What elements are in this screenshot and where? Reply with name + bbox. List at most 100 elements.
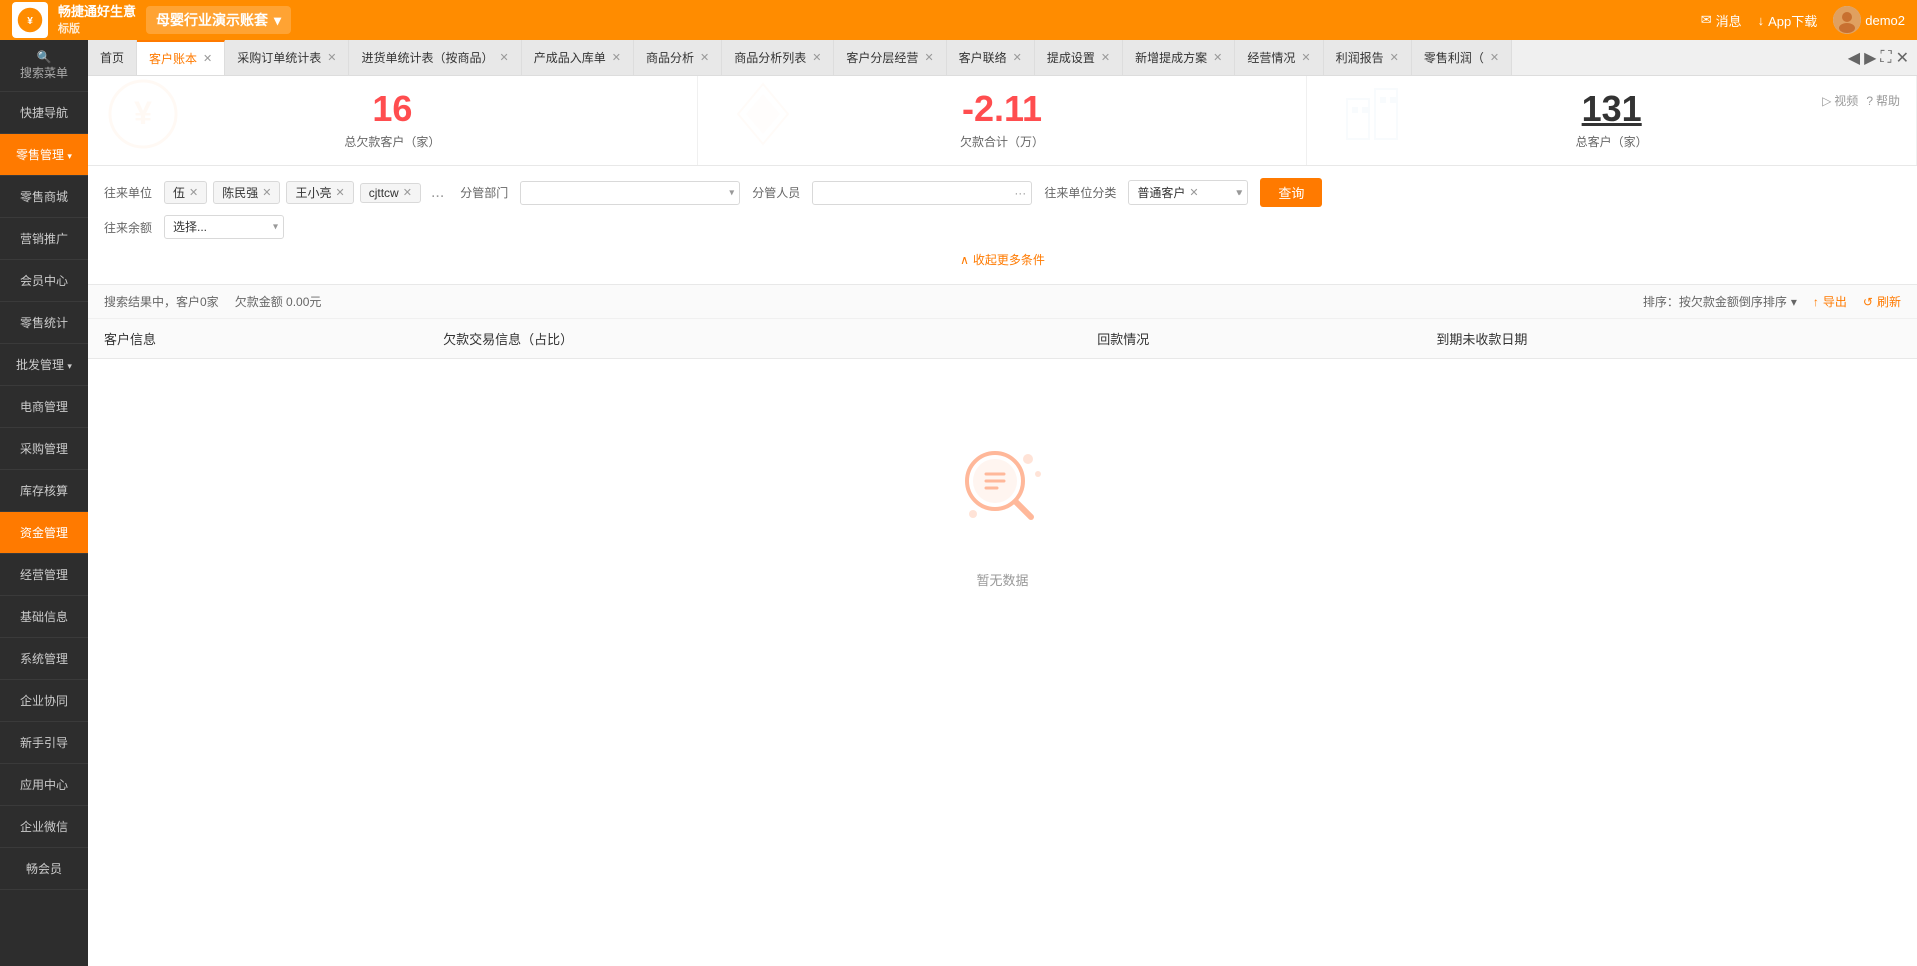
export-button[interactable]: ↑ 导出 [1813,293,1847,310]
tab-close-customer-account[interactable]: ✕ [203,52,212,65]
sidebar-item-finance[interactable]: 资金管理 [0,512,88,554]
user-profile[interactable]: demo2 [1833,6,1905,34]
tab-product-analysis-list[interactable]: 商品分析列表 ✕ [722,40,834,76]
tab-next-icon[interactable]: ▶ [1864,48,1876,68]
sidebar-item-purchase[interactable]: 采购管理 [0,428,88,470]
sidebar-item-enterprise-collab[interactable]: 企业协同 [0,680,88,722]
tag-close-wu[interactable]: ✕ [189,186,198,199]
tab-customer-contact[interactable]: 客户联络 ✕ [947,40,1035,76]
help-btn[interactable]: ? 帮助 [1866,92,1900,109]
tab-product-stock[interactable]: 产成品入库单 ✕ [522,40,634,76]
tab-remind-settings[interactable]: 提成设置 ✕ [1035,40,1123,76]
tag-close-cjttcw[interactable]: ✕ [403,186,412,199]
tab-close-product-analysis[interactable]: ✕ [700,51,709,64]
stat3-content: 131 总客户（家） [1576,91,1648,150]
tab-profit-report[interactable]: 利润报告 ✕ [1324,40,1412,76]
video-help-btn[interactable]: ▷ 视频 [1822,92,1858,109]
remain-select[interactable]: 选择... [164,215,284,239]
tab-purchase-order[interactable]: 采购订单统计表 ✕ [225,40,349,76]
tab-close-stock-stats[interactable]: ✕ [500,51,509,64]
sidebar-item-stock-check[interactable]: 库存核算 [0,470,88,512]
tab-customer-tier[interactable]: 客户分层经营 ✕ [834,40,946,76]
sidebar-item-app-center[interactable]: 应用中心 [0,764,88,806]
sort-button[interactable]: 排序：按欠款金额倒序排序 ▾ [1643,293,1797,310]
dept-filter-input[interactable] [520,181,740,205]
tab-operation[interactable]: 经营情况 ✕ [1235,40,1323,76]
empty-text: 暂无数据 [976,570,1028,589]
more-tags-btn[interactable]: ... [427,184,448,202]
unit-filter-label: 往来单位 [104,184,152,201]
tab-close-product-analysis-list[interactable]: ✕ [812,51,821,64]
remain-filter-label: 往来余额 [104,219,152,236]
sidebar-item-member[interactable]: 畅会员 [0,848,88,890]
sidebar: 🔍 搜索菜单 快捷导航 零售管理 ▾ 零售商城 营销推广 会员中心 零售统计 [0,40,88,966]
tab-close-customer-contact[interactable]: ✕ [1013,51,1022,64]
sidebar-item-ecommerce[interactable]: 电商管理 [0,386,88,428]
sidebar-item-marketing[interactable]: 营销推广 [0,218,88,260]
sidebar-item-quick-nav[interactable]: 快捷导航 [0,92,88,134]
tag-close-chen[interactable]: ✕ [262,186,271,199]
avatar [1833,6,1861,34]
unit-category-input[interactable]: 普通客户 ✕ ▾ [1128,180,1248,205]
query-button[interactable]: 查询 [1260,178,1322,207]
sidebar-item-new-guide[interactable]: 新手引导 [0,722,88,764]
sidebar-item-member-center[interactable]: 会员中心 [0,260,88,302]
col-customer-info: 客户信息 [88,319,427,359]
chevron-up-icon: ∧ [960,253,969,267]
question-icon: ? [1866,94,1873,108]
sidebar-search[interactable]: 🔍 搜索菜单 [0,40,88,92]
tab-customer-account[interactable]: 客户账本 ✕ [137,40,225,76]
sidebar-item-retail-manage[interactable]: 零售管理 ▾ [0,134,88,176]
unit-category-wrapper: 普通客户 ✕ ▾ [1128,180,1248,205]
tab-close-operation[interactable]: ✕ [1301,51,1310,64]
tab-close-all-icon[interactable]: ✕ [1896,48,1909,68]
tab-product-analysis[interactable]: 商品分析 ✕ [634,40,722,76]
tab-new-achieve[interactable]: 新增提成方案 ✕ [1123,40,1235,76]
tab-close-product-stock[interactable]: ✕ [612,51,621,64]
svg-text:¥: ¥ [27,16,33,27]
sidebar-item-retail-stats[interactable]: 零售统计 [0,302,88,344]
sidebar-item-basic-info[interactable]: 基础信息 [0,596,88,638]
remain-select-wrapper: 选择... [164,215,284,239]
stat1-label: 总欠款客户（家） [344,133,440,150]
manager-filter-input[interactable] [812,181,1032,205]
category-arrow-icon: ▾ [1236,187,1241,198]
app-download-btn[interactable]: ↓ App下载 [1758,11,1818,30]
tab-prev-icon[interactable]: ◀ [1848,48,1860,68]
tab-home[interactable]: 首页 [88,40,137,76]
download-icon: ↓ [1758,13,1765,28]
collapse-btn[interactable]: ∧ 收起更多条件 [104,247,1901,272]
filter-tag-wang: 王小亮 ✕ [286,181,353,204]
tab-close-new-achieve[interactable]: ✕ [1213,51,1222,64]
filter-tag-wu: 伍 ✕ [164,181,207,204]
col-repayment: 回款情况 [1081,319,1420,359]
sidebar-item-enterprise-wechat[interactable]: 企业微信 [0,806,88,848]
refresh-button[interactable]: ↺ 刷新 [1863,293,1901,310]
sidebar-item-batch-manage[interactable]: 批发管理 ▾ [0,344,88,386]
sidebar-item-operation[interactable]: 经营管理 [0,554,88,596]
tab-close-customer-tier[interactable]: ✕ [924,51,933,64]
message-icon: ✉ [1701,12,1712,28]
app-title: 畅捷通好生意 标版 [58,4,136,36]
sidebar-item-retail-mall[interactable]: 零售商城 [0,176,88,218]
stat2-content: -2.11 欠款合计（万） [960,91,1044,150]
tab-stock-stats[interactable]: 进货单统计表（按商品） ✕ [349,40,521,76]
empty-illustration [953,439,1053,558]
tab-maximize-icon[interactable]: ⛶ [1880,49,1891,67]
tab-retail-profit[interactable]: 零售利润（ ✕ [1412,40,1512,76]
tab-close-profit-report[interactable]: ✕ [1390,51,1399,64]
stat-total-customers: 131 总客户（家） ▷ 视频 ? 帮助 [1307,76,1917,165]
data-table: 客户信息 欠款交易信息（占比） 回款情况 到期未收款日期 [88,319,1917,359]
tab-close-retail-profit[interactable]: ✕ [1490,51,1499,64]
svg-text:¥: ¥ [134,95,152,131]
message-btn[interactable]: ✉ 消息 [1701,11,1742,30]
app-logo: ¥ [12,2,48,38]
chevron-down-icon: ▾ [67,361,72,371]
sidebar-item-system[interactable]: 系统管理 [0,638,88,680]
account-dropdown[interactable]: 母婴行业演示账套 ▾ [146,6,291,34]
tab-close-remind-settings[interactable]: ✕ [1101,51,1110,64]
tag-close-normal[interactable]: ✕ [1189,186,1198,199]
export-icon: ↑ [1813,295,1819,309]
tag-close-wang[interactable]: ✕ [336,186,345,199]
tab-close-purchase-order[interactable]: ✕ [327,51,336,64]
